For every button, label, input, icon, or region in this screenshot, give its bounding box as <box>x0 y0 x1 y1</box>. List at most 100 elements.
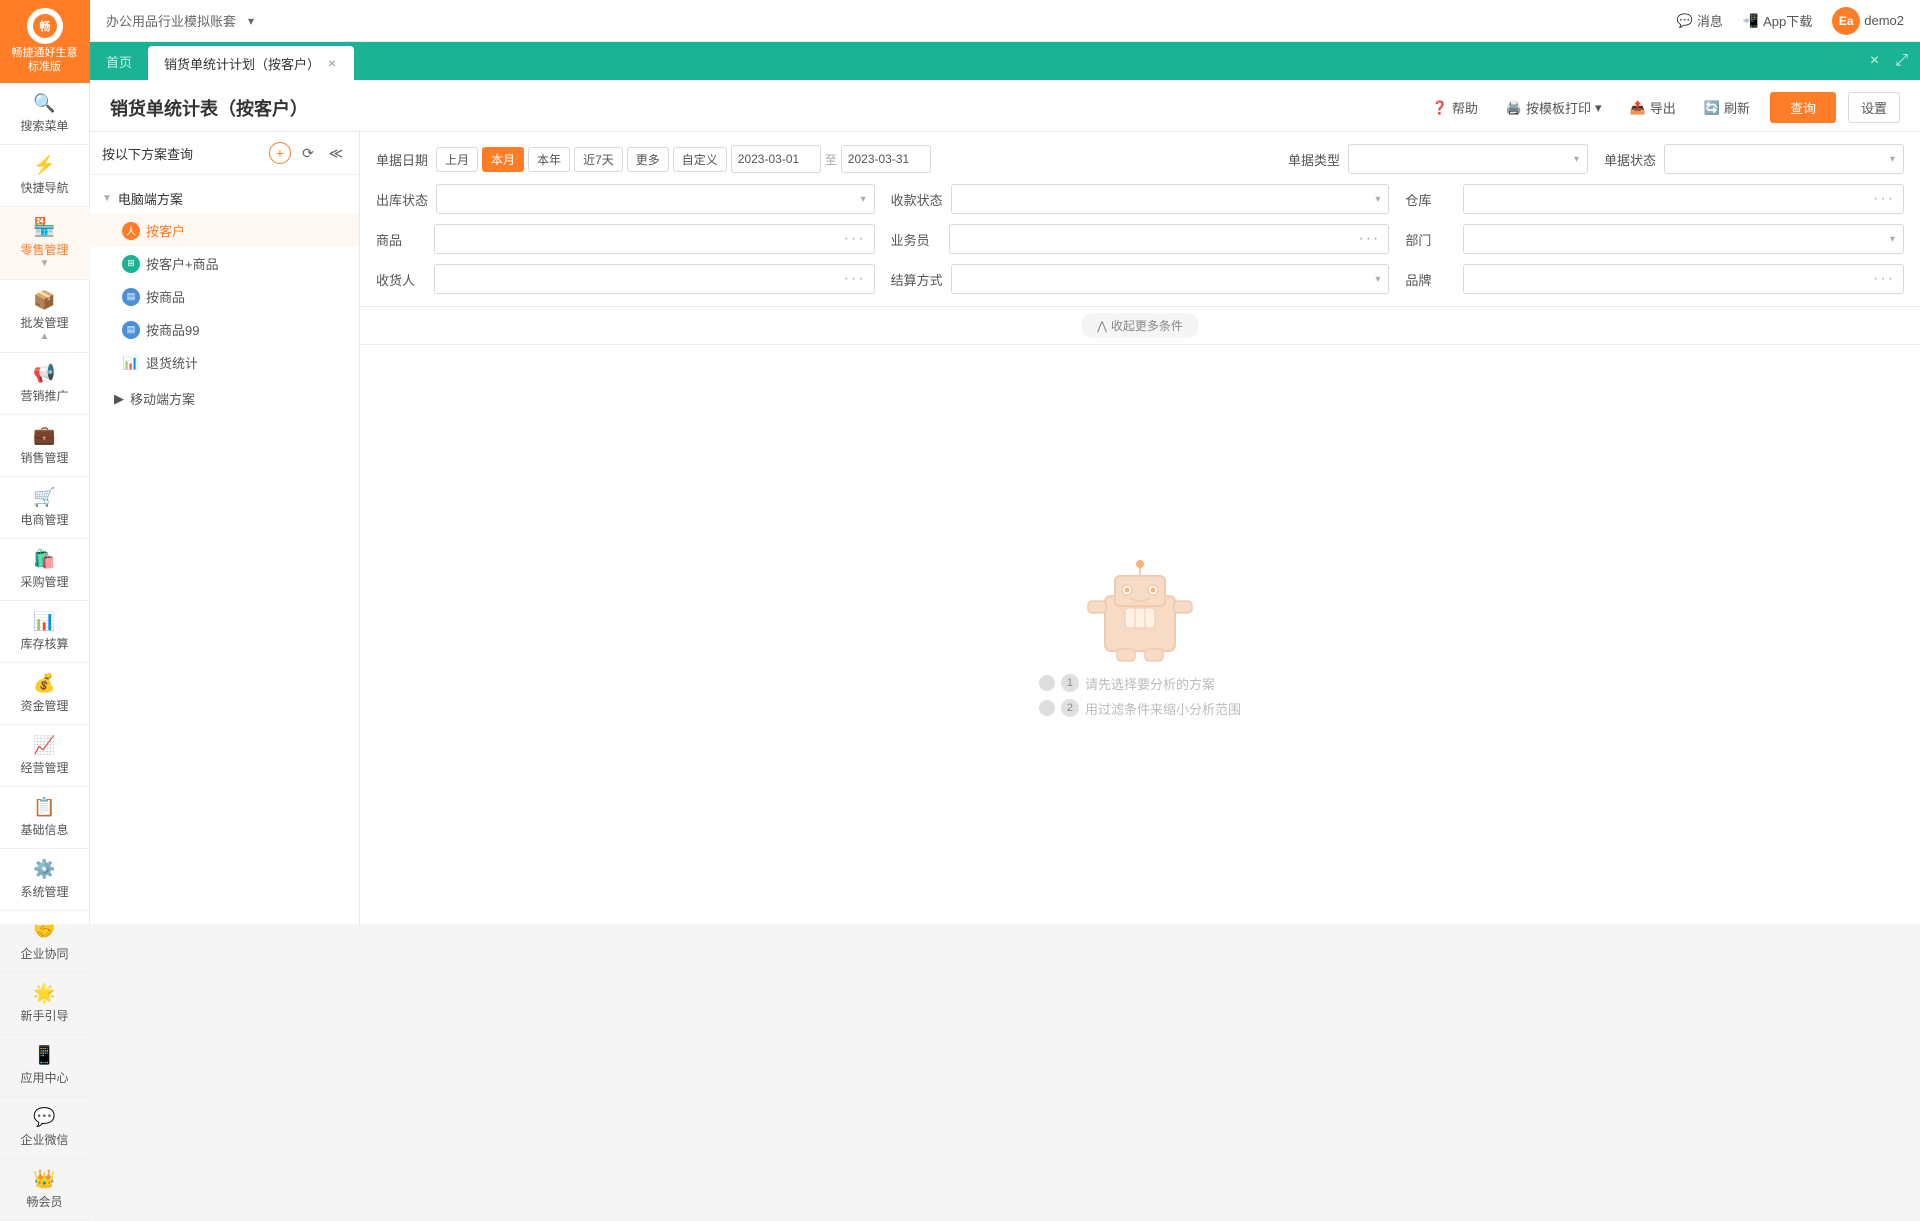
recipient-label: 收货人 <box>376 270 426 289</box>
recipient-control[interactable]: ··· <box>434 264 875 294</box>
help-button[interactable]: ❓ 帮助 <box>1424 94 1486 121</box>
department-control[interactable]: ▾ <box>1463 224 1904 254</box>
main-area: 办公用品行业模拟账套 ▾ 💬 消息 📲 App下载 Ea demo2 首页 销货… <box>90 0 1920 924</box>
sidebar-item-search[interactable]: 🔍 搜索菜单 <box>0 83 90 145</box>
sidebar-item-wechat[interactable]: 💬 企业微信 <box>0 1097 90 1159</box>
add-scheme-button[interactable]: + <box>269 142 291 164</box>
orderstatus-control[interactable]: ▾ <box>1664 144 1904 174</box>
retail-arrow: ▼ <box>40 258 50 269</box>
salesperson-dots: ··· <box>1358 230 1380 248</box>
sidebar-item-system[interactable]: ⚙️ 系统管理 <box>0 849 90 911</box>
export-button[interactable]: 📤 导出 <box>1622 94 1684 121</box>
sidebar-item-finance[interactable]: 💰 资金管理 <box>0 663 90 725</box>
product-control[interactable]: ··· <box>434 224 875 254</box>
operations-icon: 📈 <box>33 735 55 756</box>
page-actions: ❓ 帮助 🖨️ 按模板打印 ▾ 📤 导出 🔄 刷新 查询 <box>1424 92 1900 123</box>
sidebar-item-basic[interactable]: 📋 基础信息 <box>0 787 90 849</box>
salesperson-control[interactable]: ··· <box>949 224 1390 254</box>
tab-active[interactable]: 销货单统计计划（按客户） × <box>148 46 354 80</box>
brand-control[interactable]: ··· <box>1463 264 1904 294</box>
sidebar-item-inventory[interactable]: 📊 库存核算 <box>0 601 90 663</box>
tree-item-by-product99[interactable]: ▤ 按商品99 <box>90 313 359 346</box>
filter-ordertype-field: 单据类型 ▾ <box>1288 144 1588 174</box>
header-left: 办公用品行业模拟账套 ▾ <box>106 11 254 30</box>
collapse-button[interactable]: ⋀ 收起更多条件 <box>1081 313 1199 338</box>
tree-item-by-product[interactable]: ▤ 按商品 <box>90 280 359 313</box>
message-button[interactable]: 💬 消息 <box>1677 11 1723 30</box>
system-icon: ⚙️ <box>33 859 55 880</box>
app-download-button[interactable]: 📲 App下载 <box>1743 11 1812 30</box>
print-button[interactable]: 🖨️ 按模板打印 ▾ <box>1498 94 1610 121</box>
refresh-button[interactable]: 🔄 刷新 <box>1696 94 1758 121</box>
department-label: 部门 <box>1405 230 1455 249</box>
filter-recipient-field: 收货人 ··· <box>376 264 875 294</box>
avatar: Ea <box>1832 7 1860 35</box>
sidebar-item-sales[interactable]: 💼 销售管理 <box>0 415 90 477</box>
filter-warehouse-field: 仓库 ··· <box>1405 184 1904 214</box>
download-icon: 📲 <box>1743 13 1759 29</box>
header-right: 💬 消息 📲 App下载 Ea demo2 <box>1677 7 1904 35</box>
sidebar-item-retail[interactable]: 🏪 零售管理 ▼ <box>0 207 90 280</box>
filter-brand-field: 品牌 ··· <box>1405 264 1904 294</box>
settings-button[interactable]: 设置 <box>1848 92 1900 123</box>
date-btn-thismonth[interactable]: 本月 <box>482 147 524 172</box>
print-dropdown-arrow: ▾ <box>1595 100 1602 116</box>
date-btn-7days[interactable]: 近7天 <box>574 147 623 172</box>
sidebar-item-quicknav[interactable]: ⚡ 快捷导航 <box>0 145 90 207</box>
sidebar-item-purchase[interactable]: 🛍️ 采购管理 <box>0 539 90 601</box>
sidebar-item-member[interactable]: 👑 畅会员 <box>0 1159 90 1221</box>
collapse-panel-button[interactable]: ≪ <box>325 142 347 164</box>
marketing-icon: 📢 <box>33 363 55 384</box>
tab-maximize-button[interactable]: ⤢ <box>1891 48 1912 74</box>
brand-dots: ··· <box>1873 270 1895 288</box>
refresh-scheme-button[interactable]: ⟳ <box>297 142 319 164</box>
date-btn-custom[interactable]: 自定义 <box>673 147 727 172</box>
filter-row-2: 出库状态 ▾ 收款状态 ▾ <box>376 184 1904 214</box>
tree-item-customer-product[interactable]: ⊞ 按客户+商品 <box>90 247 359 280</box>
sidebar-item-newguide[interactable]: 🌟 新手引导 <box>0 973 90 1035</box>
by-customer-icon: 人 <box>122 222 140 240</box>
date-btn-lastmonth[interactable]: 上月 <box>436 147 478 172</box>
breadcrumb-dropdown[interactable]: ▾ <box>248 14 254 28</box>
tree-group-mobile-header[interactable]: ▶ 移动端方案 <box>90 383 359 414</box>
sidebar: 畅 畅捷通好生意 标准版 🔍 搜索菜单 ⚡ 快捷导航 🏪 零售管理 ▼ 📦 批发… <box>0 0 90 924</box>
tab-home[interactable]: 首页 <box>90 42 148 80</box>
wechat-icon: 💬 <box>33 1107 55 1128</box>
storagestatus-control[interactable]: ▾ <box>436 184 875 214</box>
tree-group-pc-header[interactable]: ▼ 电脑端方案 <box>90 183 359 214</box>
empty-num-2: 2 <box>1061 699 1079 717</box>
left-panel: 按以下方案查询 + ⟳ ≪ ▼ 电脑端方案 <box>90 132 360 924</box>
recipient-dots: ··· <box>844 270 866 288</box>
tab-bar: 首页 销货单统计计划（按客户） × × ⤢ <box>90 42 1920 80</box>
warehouse-control[interactable]: ··· <box>1463 184 1904 214</box>
settlement-control[interactable]: ▾ <box>951 264 1390 294</box>
sidebar-item-operations[interactable]: 📈 经营管理 <box>0 725 90 787</box>
date-btn-thisyear[interactable]: 本年 <box>528 147 570 172</box>
page-title-bar: 销货单统计表（按客户） ❓ 帮助 🖨️ 按模板打印 ▾ 📤 导出 🔄 刷新 <box>90 80 1920 132</box>
date-btn-more[interactable]: 更多 <box>627 147 669 172</box>
sidebar-item-wholesale[interactable]: 📦 批发管理 ▲ <box>0 280 90 353</box>
tree-item-return-stats[interactable]: 📊 退货统计 <box>90 346 359 379</box>
ordertype-control[interactable]: ▾ <box>1348 144 1588 174</box>
sidebar-item-ecommerce[interactable]: 🛒 电商管理 <box>0 477 90 539</box>
tab-close-window-button[interactable]: × <box>1866 48 1883 74</box>
product-dots: ··· <box>844 230 866 248</box>
date-from-input[interactable] <box>731 145 821 173</box>
query-button[interactable]: 查询 <box>1770 92 1836 123</box>
user-menu[interactable]: Ea demo2 <box>1832 7 1904 35</box>
paymentstatus-control[interactable]: ▾ <box>951 184 1390 214</box>
tab-close-button[interactable]: × <box>326 55 338 71</box>
ecommerce-icon: 🛒 <box>33 487 55 508</box>
logo-icon: 畅 <box>27 8 63 44</box>
sidebar-logo[interactable]: 畅 畅捷通好生意 标准版 <box>0 0 90 83</box>
date-to-input[interactable] <box>841 145 931 173</box>
sidebar-item-enterprise[interactable]: 🤝 企业协同 <box>0 911 90 973</box>
by-product99-icon: ▤ <box>122 321 140 339</box>
tree-item-by-customer[interactable]: 人 按客户 <box>90 214 359 247</box>
sidebar-item-marketing[interactable]: 📢 营销推广 <box>0 353 90 415</box>
collapse-bar[interactable]: ⋀ 收起更多条件 <box>360 307 1920 345</box>
mobile-group-arrow: ▶ <box>114 391 124 407</box>
refresh-icon: 🔄 <box>1704 100 1720 116</box>
sidebar-item-appcenter[interactable]: 📱 应用中心 <box>0 1035 90 1097</box>
filter-product-field: 商品 ··· <box>376 224 875 254</box>
